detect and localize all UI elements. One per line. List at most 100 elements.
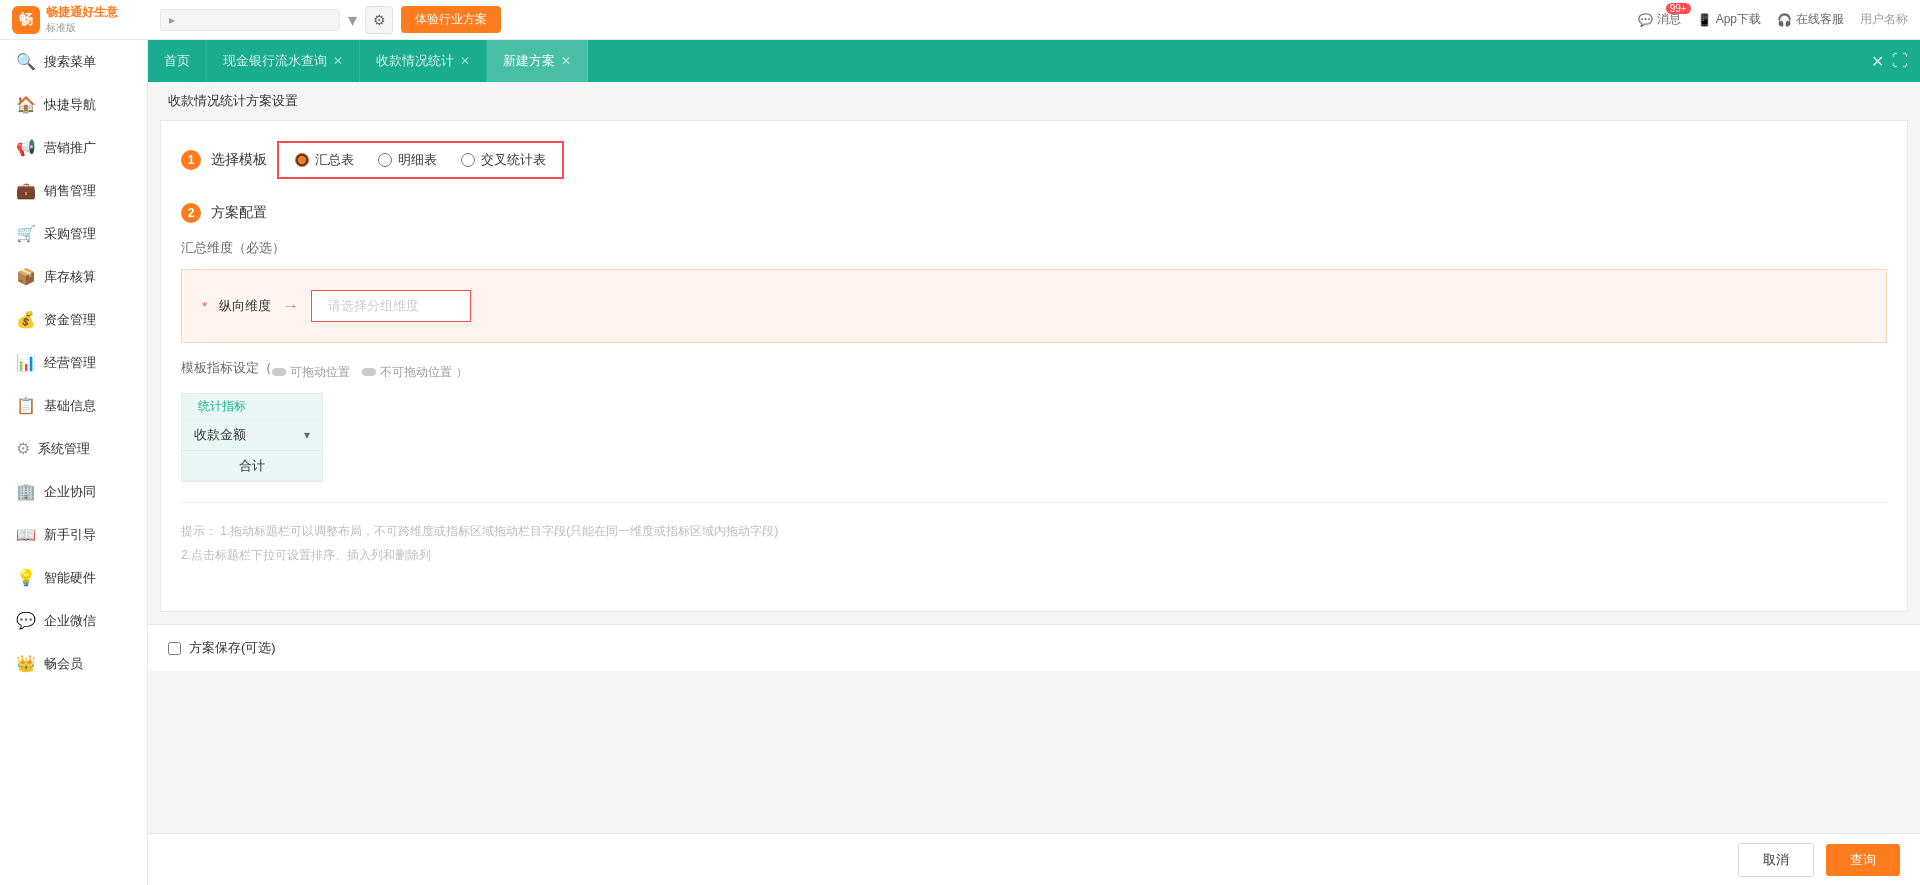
sidebar-item-system[interactable]: ⚙ 系统管理 — [0, 427, 147, 470]
dropdown-icon[interactable]: ▾ — [348, 9, 357, 31]
metric-dropdown-icon[interactable]: ▾ — [304, 428, 310, 442]
tab-bank-flow-close[interactable]: ✕ — [333, 54, 343, 68]
sidebar-item-inventory[interactable]: 📦 库存核算 — [0, 255, 147, 298]
sidebar-item-search[interactable]: 🔍 搜索菜单 — [0, 40, 147, 83]
arrow-icon: → — [283, 297, 299, 315]
footer-bar: 取消 查询 — [148, 833, 1920, 885]
tab-bank-flow[interactable]: 现金银行流水查询 ✕ — [207, 40, 360, 82]
management-icon: 📊 — [16, 353, 36, 372]
service-icon: 🎧 — [1777, 13, 1792, 27]
gear-button[interactable]: ⚙ — [365, 6, 393, 34]
page-title: 收款情况统计方案设置 — [148, 82, 1920, 120]
radio-cross-label: 交叉统计表 — [481, 151, 546, 169]
sidebar-item-wechat[interactable]: 💬 企业微信 — [0, 599, 147, 642]
top-header: 畅 畅捷通好生意 标准版 ▸ ▾ ⚙ 体验行业方案 💬 消息 99+ 📱 App… — [0, 0, 1920, 40]
draggable-toggle — [272, 368, 286, 376]
save-checkbox[interactable] — [168, 642, 181, 655]
tab-collection-stats-close[interactable]: ✕ — [460, 54, 470, 68]
sidebar-label-home: 快捷导航 — [44, 96, 96, 114]
enterprise-icon: 🏢 — [16, 482, 36, 501]
app-download-button[interactable]: 📱 App下载 — [1697, 11, 1761, 28]
sidebar-item-finance[interactable]: 💰 资金管理 — [0, 298, 147, 341]
trial-button[interactable]: 体验行业方案 — [401, 6, 501, 33]
sidebar-item-enterprise[interactable]: 🏢 企业协同 — [0, 470, 147, 513]
sidebar-item-purchase[interactable]: 🛒 采购管理 — [0, 212, 147, 255]
radio-summary-input[interactable] — [295, 153, 309, 167]
member-icon: 👑 — [16, 654, 36, 673]
sidebar-item-management[interactable]: 📊 经营管理 — [0, 341, 147, 384]
sidebar-label-search: 搜索菜单 — [44, 53, 96, 71]
hardware-icon: 💡 — [16, 568, 36, 587]
sidebar-item-basic-info[interactable]: 📋 基础信息 — [0, 384, 147, 427]
vertical-dimension-label: 纵向维度 — [219, 297, 271, 315]
metrics-table: 统计指标 收款金额 ▾ 合计 — [181, 393, 323, 482]
app-icon: 📱 — [1697, 13, 1712, 27]
fixed-toggle — [362, 368, 376, 376]
sidebar-item-guide[interactable]: 📖 新手引导 — [0, 513, 147, 556]
tab-home[interactable]: 首页 — [148, 40, 207, 82]
hint-fixed: 不可拖动位置 — [380, 364, 452, 381]
metric-item-collection[interactable]: 收款金额 ▾ — [182, 420, 322, 451]
sidebar-label-sales: 销售管理 — [44, 182, 96, 200]
step2-title: 方案配置 — [211, 204, 267, 222]
logo-icon: 畅 — [12, 6, 40, 34]
metric-name-collection: 收款金额 — [194, 426, 246, 444]
home-icon: 🏠 — [16, 95, 36, 114]
tips-line1: 提示： 1.拖动标题栏可以调整布局，不可跨维度或指标区域拖动栏目字段(只能在同一… — [181, 519, 1887, 543]
radio-summary-label: 汇总表 — [315, 151, 354, 169]
radio-summary[interactable]: 汇总表 — [295, 151, 354, 169]
dimension-section-label: 汇总维度（必选） — [181, 239, 1887, 257]
tab-expand-icon[interactable]: ⛶ — [1892, 52, 1908, 70]
marketing-icon: 📢 — [16, 138, 36, 157]
logo-name: 畅捷通好生意 — [46, 4, 118, 21]
notification-button[interactable]: 💬 消息 99+ — [1638, 11, 1681, 28]
purchase-icon: 🛒 — [16, 224, 36, 243]
step2-number: 2 — [181, 203, 201, 223]
radio-detail-label: 明细表 — [398, 151, 437, 169]
sidebar-item-marketing[interactable]: 📢 营销推广 — [0, 126, 147, 169]
sidebar-item-sales[interactable]: 💼 销售管理 — [0, 169, 147, 212]
metric-total: 合计 — [182, 451, 322, 481]
step1-section: 1 选择模板 汇总表 明细表 — [181, 141, 1887, 179]
finance-icon: 💰 — [16, 310, 36, 329]
guide-icon: 📖 — [16, 525, 36, 544]
app-download-label: App下载 — [1716, 11, 1761, 28]
sidebar-label-management: 经营管理 — [44, 354, 96, 372]
tab-new-plan-close[interactable]: ✕ — [561, 54, 571, 68]
sidebar-label-inventory: 库存核算 — [44, 268, 96, 286]
basic-info-icon: 📋 — [16, 396, 36, 415]
cancel-button[interactable]: 取消 — [1738, 843, 1814, 877]
query-button[interactable]: 查询 — [1826, 844, 1900, 876]
online-service-button[interactable]: 🎧 在线客服 — [1777, 11, 1844, 28]
radio-cross-input[interactable] — [461, 153, 475, 167]
template-options: 汇总表 明细表 交叉统计表 — [277, 141, 564, 179]
user-name: 用户名称 — [1860, 11, 1908, 28]
radio-cross[interactable]: 交叉统计表 — [461, 151, 546, 169]
sidebar-label-basic-info: 基础信息 — [44, 397, 96, 415]
hint-close: ） — [456, 364, 468, 381]
sidebar-label-guide: 新手引导 — [44, 526, 96, 544]
header-middle: ▸ ▾ ⚙ 体验行业方案 — [160, 6, 1638, 34]
page-content: 收款情况统计方案设置 1 选择模板 汇总表 — [148, 82, 1920, 833]
notification-badge: 99+ — [1666, 3, 1691, 14]
tips-line2: 2.点击标题栏下拉可设置排序、插入列和删除列 — [181, 543, 1887, 567]
header-right: 💬 消息 99+ 📱 App下载 🎧 在线客服 用户名称 — [1638, 11, 1908, 28]
tab-new-plan[interactable]: 新建方案 ✕ — [487, 40, 588, 82]
sidebar-item-hardware[interactable]: 💡 智能硬件 — [0, 556, 147, 599]
tab-close-all-icon[interactable]: ✕ — [1871, 52, 1884, 71]
radio-detail-input[interactable] — [378, 153, 392, 167]
dimension-row: * 纵向维度 → 请选择分组维度 — [202, 290, 1866, 322]
tab-bar: 首页 现金银行流水查询 ✕ 收款情况统计 ✕ 新建方案 ✕ ✕ ⛶ — [148, 40, 1920, 82]
system-icon: ⚙ — [16, 439, 30, 458]
sidebar-item-home[interactable]: 🏠 快捷导航 — [0, 83, 147, 126]
sidebar-item-member[interactable]: 👑 畅会员 — [0, 642, 147, 685]
save-area: 方案保存(可选) — [148, 624, 1920, 671]
sidebar-label-system: 系统管理 — [38, 440, 90, 458]
tab-bar-actions: ✕ ⛶ — [1859, 40, 1920, 82]
dimension-select[interactable]: 请选择分组维度 — [311, 290, 471, 322]
tab-collection-stats-label: 收款情况统计 — [376, 52, 454, 70]
inventory-icon: 📦 — [16, 267, 36, 286]
hint-draggable: 可拖动位置 — [290, 364, 350, 381]
radio-detail[interactable]: 明细表 — [378, 151, 437, 169]
tab-collection-stats[interactable]: 收款情况统计 ✕ — [360, 40, 487, 82]
